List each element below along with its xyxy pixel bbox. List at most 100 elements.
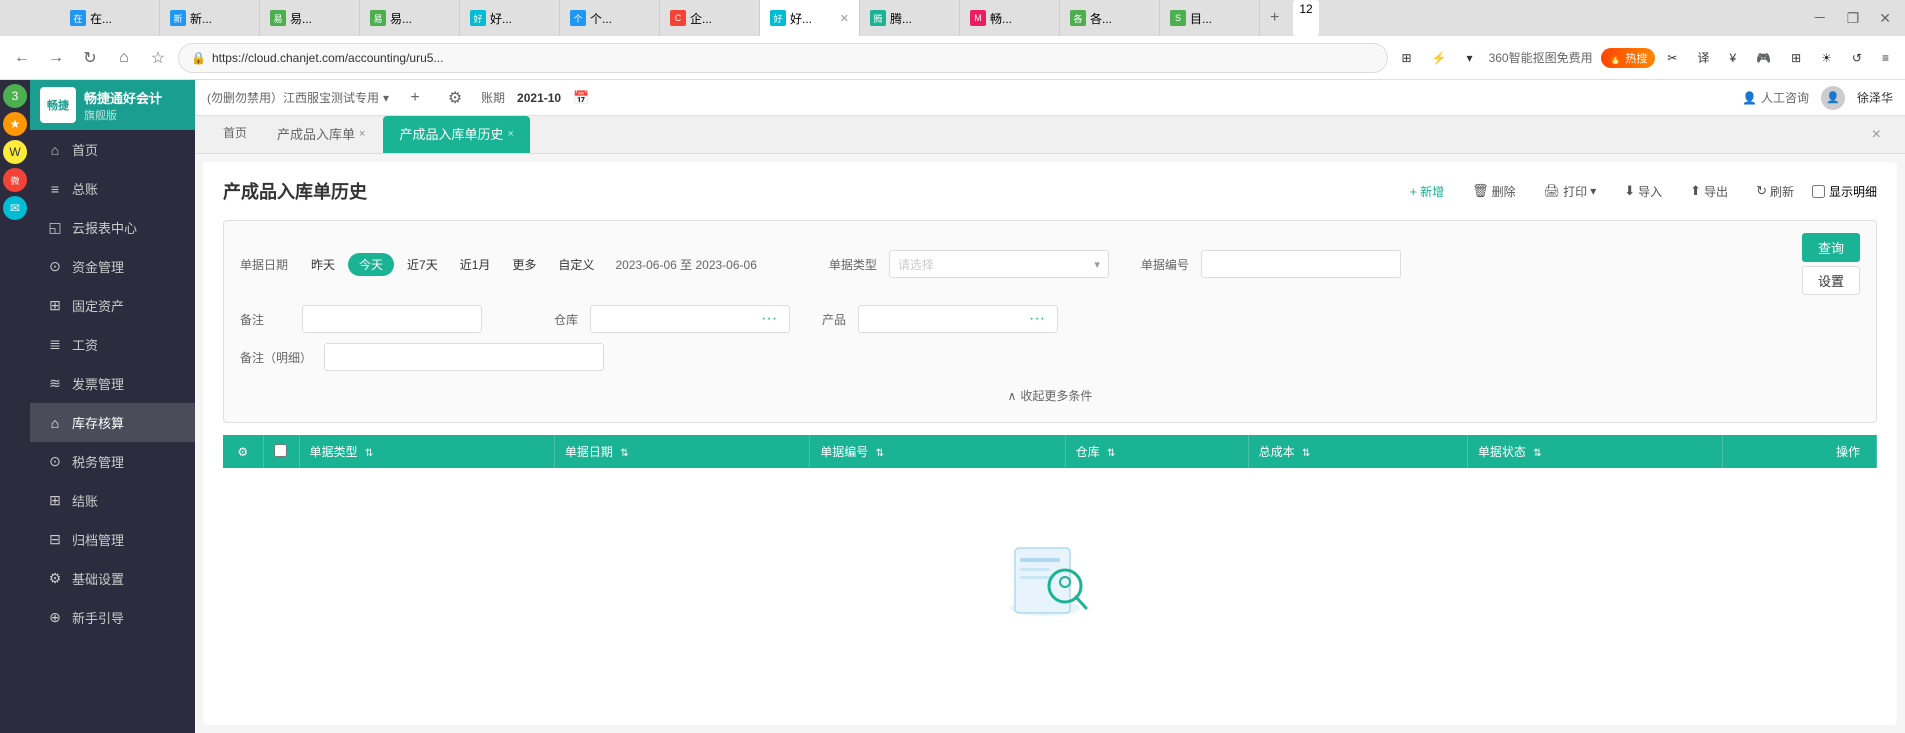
back-button[interactable]: ← <box>8 44 36 72</box>
column-checkbox[interactable] <box>263 435 299 468</box>
sidebar-item-archive[interactable]: ⊟ 归档管理 <box>30 520 195 559</box>
warehouse-select[interactable]: ··· <box>590 305 790 333</box>
lightning-button[interactable]: ⚡ <box>1424 49 1455 67</box>
browser-tab-8[interactable]: 腾 腾... <box>860 0 960 36</box>
home-button[interactable]: ⌂ <box>110 44 138 72</box>
address-bar[interactable]: 🔒 https://cloud.chanjet.com/accounting/u… <box>178 43 1388 73</box>
grid-tool-button[interactable]: ⊞ <box>1394 49 1420 67</box>
remark-input[interactable] <box>302 305 482 333</box>
date-btn-yesterday[interactable]: 昨天 <box>302 253 344 276</box>
warehouse-ellipsis-icon[interactable]: ··· <box>757 310 781 328</box>
app-icon-w[interactable]: W <box>3 140 27 164</box>
translate-tool[interactable]: 译 <box>1689 47 1717 68</box>
add-company-button[interactable]: + <box>401 84 429 112</box>
detail-remark-input[interactable] <box>324 343 604 371</box>
bookmark-button[interactable]: ☆ <box>144 44 172 72</box>
delete-button[interactable]: 🗑 删除 <box>1462 179 1526 204</box>
page-tab-history[interactable]: 产成品入库单历史 × <box>383 116 529 153</box>
sort-icon-date[interactable]: ⇅ <box>620 448 628 459</box>
breadcrumb-home[interactable]: 首页 <box>211 116 259 153</box>
browser-tab-1[interactable]: 新 新... <box>160 0 260 36</box>
sort-icon-warehouse[interactable]: ⇅ <box>1107 448 1115 459</box>
browser-tab-10[interactable]: 各 各... <box>1060 0 1160 36</box>
app-icon-star[interactable]: ★ <box>3 112 27 136</box>
page-tab-voucher-list[interactable]: 产成品入库单 × <box>261 116 381 153</box>
minimize-button[interactable]: － <box>1807 6 1833 30</box>
maximize-button[interactable]: ❐ <box>1841 8 1866 29</box>
display-tool[interactable]: ☀ <box>1813 49 1840 67</box>
print-button[interactable]: 🖨 打印 ▾ <box>1534 179 1607 204</box>
app-icon-mail[interactable]: ✉ <box>3 196 27 220</box>
close-tab-history[interactable]: × <box>507 128 513 140</box>
calendar-icon[interactable]: 📅 <box>573 90 589 106</box>
browser-tab-9[interactable]: M 畅... <box>960 0 1060 36</box>
date-btn-today[interactable]: 今天 <box>348 253 394 276</box>
browser-tab-11[interactable]: S 目... <box>1160 0 1260 36</box>
hot-search-badge[interactable]: 🔥 热搜 <box>1601 48 1656 68</box>
column-voucher-date[interactable]: 单据日期 ⇅ <box>554 435 809 468</box>
user-avatar[interactable]: 👤 <box>1821 86 1845 110</box>
sort-icon-no[interactable]: ⇅ <box>876 448 884 459</box>
import-button[interactable]: ⬇ 导入 <box>1614 179 1672 204</box>
sidebar-item-checkout[interactable]: ⊞ 结账 <box>30 481 195 520</box>
app-icon-weibo[interactable]: 微 <box>3 168 27 192</box>
browser-tab-5[interactable]: 个 个... <box>560 0 660 36</box>
currency-tool[interactable]: ¥ <box>1721 49 1744 67</box>
browser-tab-0[interactable]: 在 在... <box>60 0 160 36</box>
close-window-button[interactable]: ✕ <box>1873 8 1897 29</box>
date-btn-more[interactable]: 更多 <box>503 253 545 276</box>
human-service-button[interactable]: 👤 人工咨询 <box>1742 89 1809 106</box>
sidebar-item-payroll[interactable]: ≣ 工资 <box>30 325 195 364</box>
query-button[interactable]: 查询 <box>1802 233 1860 262</box>
sidebar-item-cloud-reports[interactable]: ◱ 云报表中心 <box>30 208 195 247</box>
more-tool[interactable]: ≡ <box>1874 49 1897 67</box>
browser-tab-3[interactable]: 易 易... <box>360 0 460 36</box>
date-btn-custom[interactable]: 自定义 <box>549 253 603 276</box>
scissors-tool[interactable]: ✂ <box>1659 49 1685 67</box>
show-detail-checkbox[interactable] <box>1812 185 1825 198</box>
sidebar-item-invoice[interactable]: ≋ 发票管理 <box>30 364 195 403</box>
dropdown-button[interactable]: ▾ <box>1459 49 1481 67</box>
sidebar-item-settings[interactable]: ⚙ 基础设置 <box>30 559 195 598</box>
sidebar-item-inventory[interactable]: ⌂ 库存核算 <box>30 403 195 442</box>
close-panel-button[interactable]: × <box>1864 126 1889 144</box>
column-gear[interactable]: ⚙ <box>223 435 263 468</box>
game-tool[interactable]: 🎮 <box>1748 49 1779 67</box>
sort-icon-cost[interactable]: ⇅ <box>1302 448 1310 459</box>
close-tab-7[interactable]: ✕ <box>840 12 849 25</box>
sort-icon-type[interactable]: ⇅ <box>365 448 373 459</box>
column-total-cost[interactable]: 总成本 ⇅ <box>1248 435 1467 468</box>
refresh-toolbar-button[interactable]: ↻ 刷新 <box>1746 179 1804 204</box>
voucher-no-input[interactable] <box>1201 250 1401 278</box>
show-detail-checkbox-label[interactable]: 显示明细 <box>1812 183 1877 200</box>
column-warehouse[interactable]: 仓库 ⇅ <box>1065 435 1248 468</box>
product-select[interactable]: ··· <box>858 305 1058 333</box>
export-button[interactable]: ⬆ 导出 <box>1680 179 1738 204</box>
column-voucher-no[interactable]: 单据编号 ⇅ <box>810 435 1065 468</box>
column-voucher-type[interactable]: 单据类型 ⇅ <box>299 435 554 468</box>
app-icon-360[interactable]: 3 <box>3 84 27 108</box>
browser-tab-2[interactable]: 易 易... <box>260 0 360 36</box>
company-settings-icon[interactable]: ⚙ <box>441 84 469 112</box>
sidebar-item-tax[interactable]: ⊙ 税务管理 <box>30 442 195 481</box>
column-status[interactable]: 单据状态 ⇅ <box>1467 435 1722 468</box>
new-tab-button[interactable]: + <box>1260 0 1289 36</box>
sidebar-item-fixed-assets[interactable]: ⊞ 固定资产 <box>30 286 195 325</box>
sidebar-item-finance[interactable]: ⊙ 资金管理 <box>30 247 195 286</box>
browser-tab-4[interactable]: 好 好... <box>460 0 560 36</box>
date-btn-7days[interactable]: 近7天 <box>398 253 447 276</box>
company-selector[interactable]: (勿删勿禁用）江西服宝测试专用 ▾ <box>207 89 389 106</box>
new-button[interactable]: + 新增 <box>1400 179 1455 204</box>
sidebar-item-general-ledger[interactable]: ≡ 总账 <box>30 169 195 208</box>
collapse-button[interactable]: ∧ 收起更多条件 <box>1008 387 1093 404</box>
layout-tool[interactable]: ⊞ <box>1783 49 1809 67</box>
sidebar-item-home[interactable]: ⌂ 首页 <box>30 130 195 169</box>
sort-icon-status[interactable]: ⇅ <box>1533 448 1541 459</box>
select-all-checkbox[interactable] <box>274 444 287 457</box>
voucher-type-select[interactable]: 请选择 ▾ <box>889 250 1109 278</box>
refresh-button[interactable]: ↻ <box>76 44 104 72</box>
forward-button[interactable]: → <box>42 44 70 72</box>
product-ellipsis-icon[interactable]: ··· <box>1025 310 1049 328</box>
close-tab-voucher-list[interactable]: × <box>359 128 365 140</box>
gear-column-icon[interactable]: ⚙ <box>237 445 248 459</box>
